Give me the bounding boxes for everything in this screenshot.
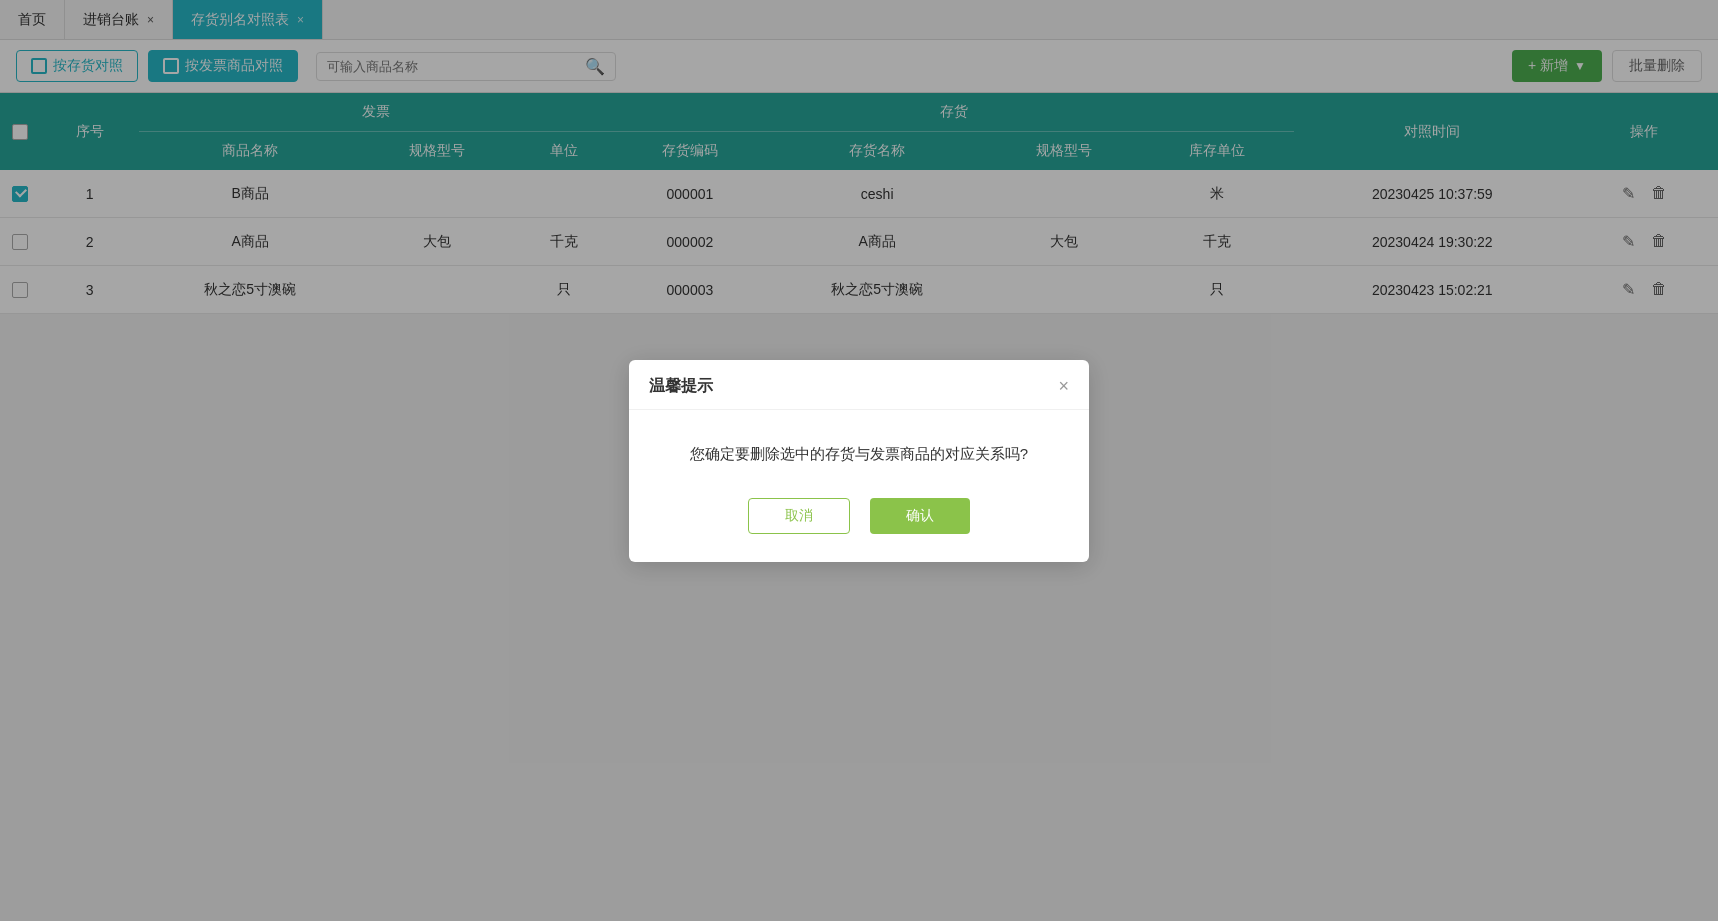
modal-overlay: 温馨提示 × 您确定要删除选中的存货与发票商品的对应关系吗? 取消 确认 <box>0 0 1718 314</box>
